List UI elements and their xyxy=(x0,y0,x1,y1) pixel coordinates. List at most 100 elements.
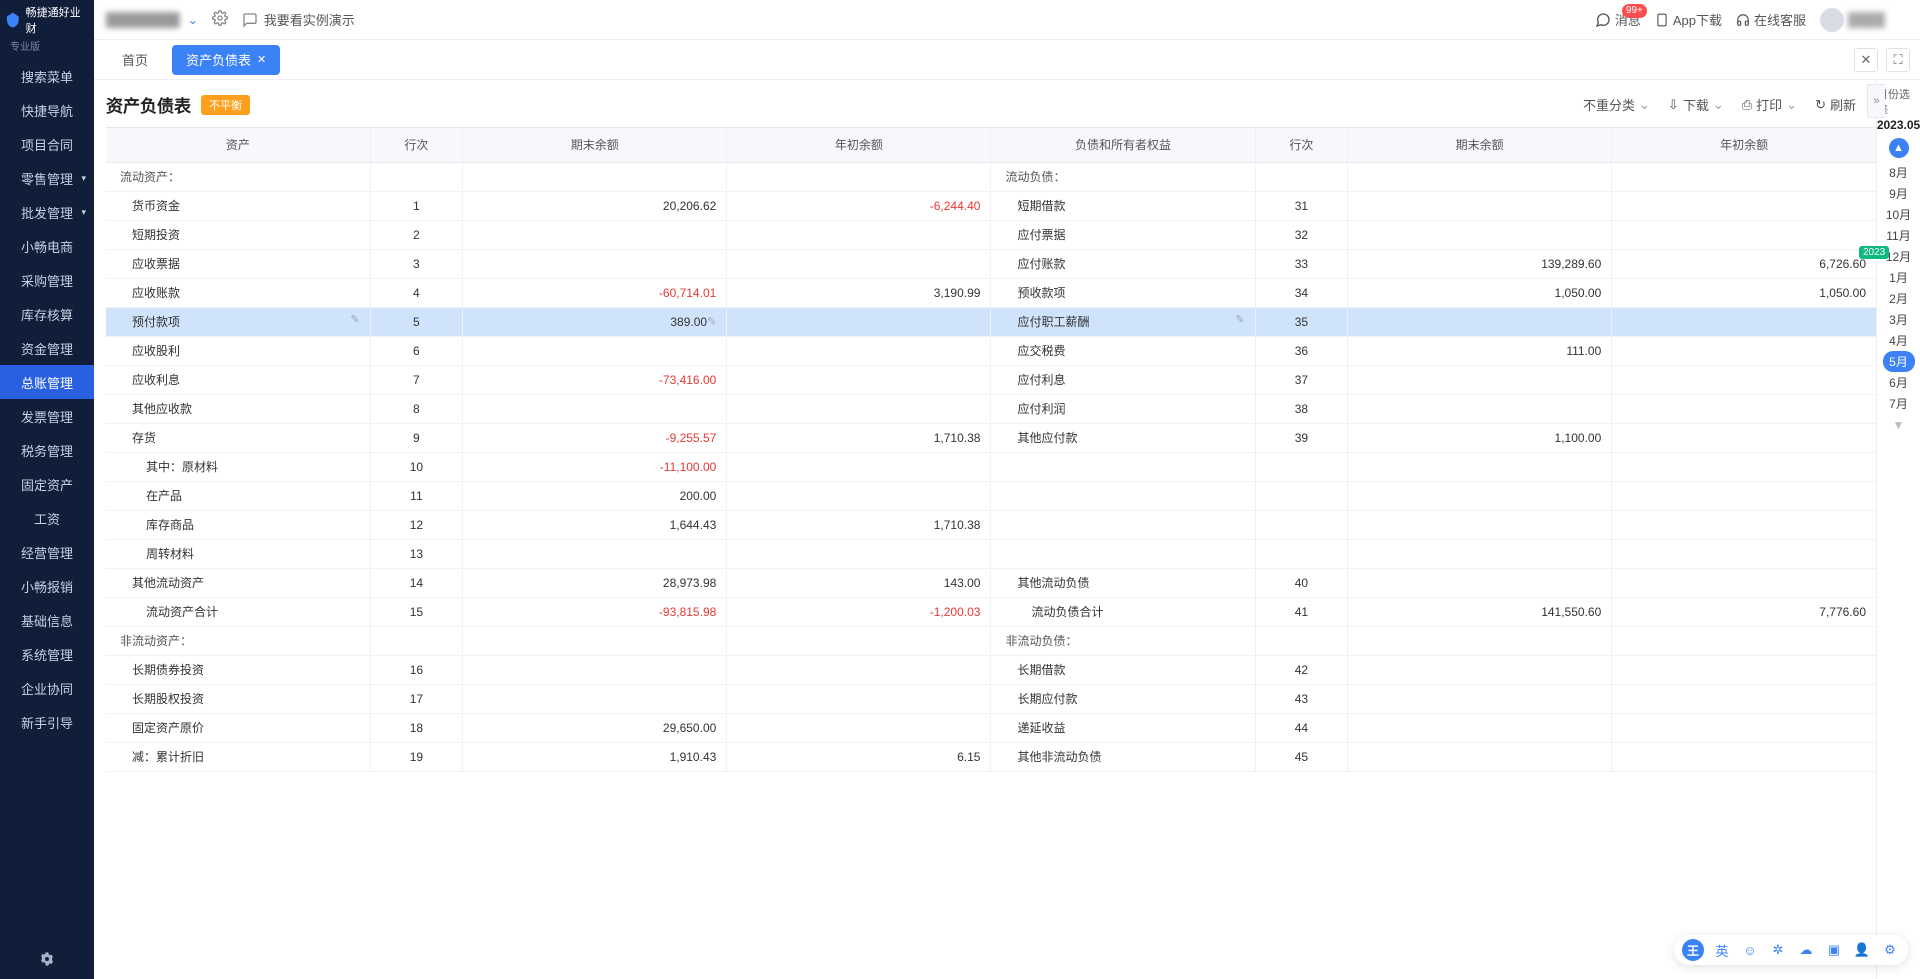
table-row[interactable]: 货币资金120,206.62-6,244.40短期借款31 xyxy=(106,191,1876,220)
org-selector[interactable]: ████████ ⌄ xyxy=(106,12,198,27)
lang-toggle[interactable]: 英 xyxy=(1712,940,1732,960)
table-row[interactable]: 短期投资2应付票据32 xyxy=(106,220,1876,249)
sidebar-item[interactable]: 固定资产 xyxy=(0,467,94,501)
table-row[interactable]: 其中：原材料10-11,100.00 xyxy=(106,452,1876,481)
month-item[interactable]: 3月 xyxy=(1883,309,1915,330)
month-item[interactable]: 5月 xyxy=(1883,351,1915,372)
ime-indicator[interactable]: 王 xyxy=(1682,939,1704,961)
sidebar-item[interactable]: 新手引导 xyxy=(0,705,94,739)
ime-voice-icon[interactable]: ✲ xyxy=(1768,940,1788,960)
close-all-tabs-button[interactable]: ✕ xyxy=(1854,48,1878,72)
ime-cloud-icon[interactable]: ☁ xyxy=(1796,940,1816,960)
demo-link[interactable]: 我要看实例演示 xyxy=(242,10,355,29)
sidebar-item[interactable]: 企业协同 xyxy=(0,671,94,705)
table-row[interactable]: 在产品11200.00 xyxy=(106,481,1876,510)
sidebar-item[interactable]: 小畅报销 xyxy=(0,569,94,603)
month-item[interactable]: 4月 xyxy=(1883,330,1915,351)
table-row[interactable]: 固定资产原价1829,650.00递延收益44 xyxy=(106,713,1876,742)
tab-bar: 首页 资产负债表 ✕ ✕ ⛶ xyxy=(94,40,1920,80)
user-menu[interactable]: ████ xyxy=(1820,8,1908,32)
page-title: 资产负债表 xyxy=(106,92,191,117)
table-row[interactable]: 预付款项✎5389.00✎应付职工薪酬✎35 xyxy=(106,307,1876,336)
sidebar-item[interactable]: 小畅电商 xyxy=(0,229,94,263)
expand-panel-icon[interactable]: » xyxy=(1867,84,1885,118)
sidebar-item[interactable]: 资金管理 xyxy=(0,331,94,365)
ime-emoji-icon[interactable]: ☺ xyxy=(1740,940,1760,960)
fullscreen-button[interactable]: ⛶ xyxy=(1886,48,1910,72)
sidebar-item[interactable]: 系统管理 xyxy=(0,637,94,671)
table-header: 行次 xyxy=(370,128,462,162)
edit-icon[interactable]: ✎ xyxy=(707,315,716,328)
avatar-icon xyxy=(1820,8,1844,32)
ime-settings-icon[interactable]: ⚙ xyxy=(1880,940,1900,960)
brand-edition: 专业版 xyxy=(0,38,94,53)
scroll-up-icon[interactable]: ▲ xyxy=(1889,138,1909,158)
table-row[interactable]: 应收利息7-73,416.00应付利息37 xyxy=(106,365,1876,394)
table-row[interactable]: 应收票据3应付账款33139,289.606,726.60 xyxy=(106,249,1876,278)
table-row[interactable]: 应收股利6应交税费36111.00 xyxy=(106,336,1876,365)
tab-home[interactable]: 首页 xyxy=(108,45,162,75)
balance-sheet-table[interactable]: 资产行次期末余额年初余额负债和所有者权益行次期末余额年初余额 流动资产：流动负债… xyxy=(106,127,1876,979)
table-row[interactable]: 库存商品121,644.431,710.38 xyxy=(106,510,1876,539)
table-row[interactable]: 其他流动资产1428,973.98143.00其他流动负债40 xyxy=(106,568,1876,597)
table-header: 负债和所有者权益 xyxy=(991,128,1255,162)
month-item[interactable]: 1月 xyxy=(1883,267,1915,288)
print-button[interactable]: ⎙打印⌄ xyxy=(1742,95,1797,114)
table-row[interactable]: 周转材料13 xyxy=(106,539,1876,568)
month-item[interactable]: 2月 xyxy=(1883,288,1915,309)
reclassify-toggle[interactable]: 不重分类⌄ xyxy=(1583,95,1650,114)
report-header: 资产负债表 不平衡 不重分类⌄ ⇩下载⌄ ⎙打印⌄ ↻刷新 xyxy=(106,92,1876,127)
sidebar-item[interactable]: 零售管理▾ xyxy=(0,161,94,195)
table-row[interactable]: 非流动资产：非流动负债： xyxy=(106,626,1876,655)
table-row[interactable]: 减：累计折旧191,910.436.15其他非流动负债45 xyxy=(106,742,1876,771)
table-row[interactable]: 流动资产合计15-93,815.98-1,200.03流动负债合计41141,5… xyxy=(106,597,1876,626)
sidebar-item[interactable]: 基础信息 xyxy=(0,603,94,637)
month-item[interactable]: 11月 xyxy=(1883,225,1915,246)
tab-balance-sheet[interactable]: 资产负债表 ✕ xyxy=(172,45,280,75)
ime-clipboard-icon[interactable]: ▣ xyxy=(1824,940,1844,960)
sidebar-item[interactable]: 工资 xyxy=(0,501,94,535)
refresh-button[interactable]: ↻刷新 xyxy=(1815,95,1856,114)
gear-icon[interactable] xyxy=(212,10,228,29)
refresh-icon: ↻ xyxy=(1815,97,1826,113)
sidebar-item[interactable]: 税务管理 xyxy=(0,433,94,467)
table-row[interactable]: 长期债券投资16长期借款42 xyxy=(106,655,1876,684)
sidebar: 畅捷通好业财 专业版 搜索菜单快捷导航项目合同零售管理▾批发管理▾小畅电商采购管… xyxy=(0,0,94,979)
print-icon: ⎙ xyxy=(1742,97,1752,113)
month-item[interactable]: 8月 xyxy=(1883,162,1915,183)
sidebar-item[interactable]: 发票管理 xyxy=(0,399,94,433)
unbalanced-badge: 不平衡 xyxy=(201,95,250,115)
messages-button[interactable]: 消息 99+ xyxy=(1595,10,1641,29)
month-item[interactable]: 7月 xyxy=(1883,393,1915,414)
table-header: 年初余额 xyxy=(727,128,991,162)
sidebar-item[interactable]: 搜索菜单 xyxy=(0,59,94,93)
year-tag: 2023 xyxy=(1859,246,1889,259)
month-item[interactable]: 9月 xyxy=(1883,183,1915,204)
table-row[interactable]: 其他应收款8应付利润38 xyxy=(106,394,1876,423)
table-row[interactable]: 流动资产：流动负债： xyxy=(106,162,1876,191)
topbar: ████████ ⌄ 我要看实例演示 消息 99+ App下载 xyxy=(94,0,1920,40)
edit-icon[interactable]: ✎ xyxy=(1235,313,1244,326)
month-item[interactable]: 10月 xyxy=(1883,204,1915,225)
ime-toolbar: 王 英 ☺ ✲ ☁ ▣ 👤 ⚙ xyxy=(1674,935,1908,965)
sidebar-item[interactable]: 总账管理 xyxy=(0,365,94,399)
ime-user-icon[interactable]: 👤 xyxy=(1852,940,1872,960)
sidebar-item[interactable]: 采购管理 xyxy=(0,263,94,297)
close-icon[interactable]: ✕ xyxy=(257,53,266,66)
table-header: 行次 xyxy=(1255,128,1347,162)
sidebar-item[interactable]: 库存核算 xyxy=(0,297,94,331)
month-item[interactable]: 6月 xyxy=(1883,372,1915,393)
settings-icon[interactable] xyxy=(0,939,94,979)
sidebar-item[interactable]: 项目合同 xyxy=(0,127,94,161)
sidebar-item[interactable]: 快捷导航 xyxy=(0,93,94,127)
sidebar-item[interactable]: 经营管理 xyxy=(0,535,94,569)
sidebar-item[interactable]: 批发管理▾ xyxy=(0,195,94,229)
download-button[interactable]: ⇩下载⌄ xyxy=(1668,95,1724,114)
app-download-button[interactable]: App下载 xyxy=(1655,10,1722,29)
table-row[interactable]: 长期股权投资17长期应付款43 xyxy=(106,684,1876,713)
table-row[interactable]: 应收账款4-60,714.013,190.99预收款项341,050.001,0… xyxy=(106,278,1876,307)
scroll-down-icon[interactable]: ▼ xyxy=(1893,418,1905,432)
table-row[interactable]: 存货9-9,255.571,710.38其他应付款391,100.00 xyxy=(106,423,1876,452)
online-service-button[interactable]: 在线客服 xyxy=(1736,10,1806,29)
edit-icon[interactable]: ✎ xyxy=(350,313,359,326)
